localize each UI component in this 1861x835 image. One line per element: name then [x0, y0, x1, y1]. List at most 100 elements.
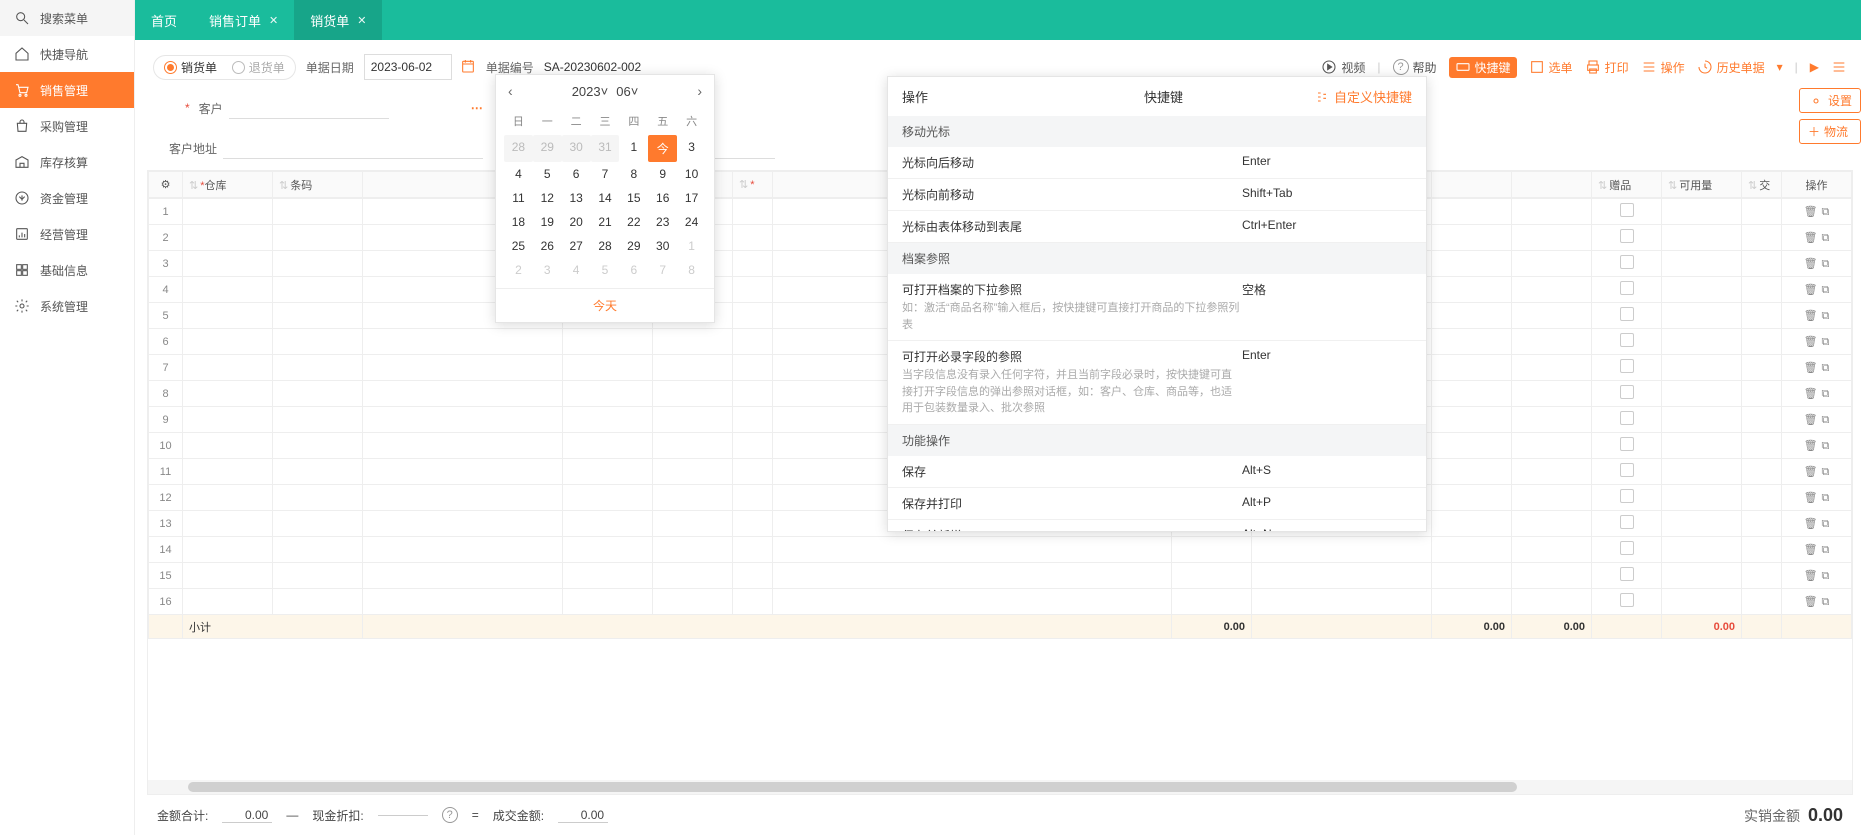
video-button[interactable]: 视频	[1321, 59, 1365, 76]
delete-icon[interactable]: 🗑	[1804, 310, 1818, 322]
delete-icon[interactable]: 🗑	[1804, 440, 1818, 452]
calendar-day[interactable]: 5	[591, 258, 620, 282]
calendar-day[interactable]: 29	[533, 135, 562, 162]
radio-sale[interactable]	[164, 61, 177, 74]
copy-icon[interactable]: ⧉	[1822, 570, 1830, 582]
copy-icon[interactable]: ⧉	[1822, 440, 1830, 452]
delete-icon[interactable]: 🗑	[1804, 518, 1818, 530]
list-toggle-button[interactable]	[1831, 59, 1847, 75]
calendar-day[interactable]: 30	[562, 135, 591, 162]
calendar-day[interactable]: 20	[562, 210, 591, 234]
gift-checkbox[interactable]	[1620, 463, 1634, 477]
copy-icon[interactable]: ⧉	[1822, 258, 1830, 270]
copy-icon[interactable]: ⧉	[1822, 596, 1830, 608]
sidebar-item-inventory[interactable]: 库存核算	[0, 144, 134, 180]
sidebar-item-sales[interactable]: 销售管理	[0, 72, 134, 108]
col-barcode[interactable]: 条码	[290, 180, 312, 192]
calendar-icon[interactable]	[460, 58, 476, 77]
tab-home[interactable]: 首页	[135, 0, 193, 40]
today-button[interactable]: 今天	[496, 288, 714, 322]
calendar-day[interactable]: 2	[504, 258, 533, 282]
calendar-day[interactable]: 12	[533, 186, 562, 210]
sidebar-item-business[interactable]: 经营管理	[0, 216, 134, 252]
copy-icon[interactable]: ⧉	[1822, 388, 1830, 400]
calendar-day[interactable]: 28	[591, 234, 620, 258]
delete-icon[interactable]: 🗑	[1804, 466, 1818, 478]
calendar-day[interactable]: 4	[504, 162, 533, 186]
logistics-button[interactable]: ＋物流	[1799, 119, 1861, 144]
date-input[interactable]	[364, 54, 452, 80]
calendar-day[interactable]: 11	[504, 186, 533, 210]
delete-icon[interactable]: 🗑	[1804, 492, 1818, 504]
calendar-day[interactable]: 19	[533, 210, 562, 234]
more-icon[interactable]: ⋯	[471, 101, 483, 115]
operate-button[interactable]: 操作	[1641, 59, 1685, 76]
col-warehouse[interactable]: 仓库	[205, 180, 227, 192]
copy-icon[interactable]: ⧉	[1822, 206, 1830, 218]
calendar-day[interactable]: 21	[591, 210, 620, 234]
calendar-day[interactable]: 5	[533, 162, 562, 186]
close-icon[interactable]: ✕	[357, 14, 366, 27]
copy-icon[interactable]: ⧉	[1822, 310, 1830, 322]
gift-checkbox[interactable]	[1620, 593, 1634, 607]
table-row[interactable]: 15🗑⧉	[149, 563, 1852, 589]
delete-icon[interactable]: 🗑	[1804, 362, 1818, 374]
delete-icon[interactable]: 🗑	[1804, 284, 1818, 296]
calendar-day[interactable]: 25	[504, 234, 533, 258]
calendar-day[interactable]: 4	[562, 258, 591, 282]
calendar-day[interactable]: 3	[533, 258, 562, 282]
discount-input[interactable]	[378, 815, 428, 816]
select-button[interactable]: 选单	[1529, 59, 1573, 76]
gift-checkbox[interactable]	[1620, 515, 1634, 529]
copy-icon[interactable]: ⧉	[1822, 518, 1830, 530]
delete-icon[interactable]: 🗑	[1804, 388, 1818, 400]
chevron-right-icon[interactable]: ›	[697, 83, 702, 99]
calendar-day[interactable]: 8	[677, 258, 706, 282]
calendar-day[interactable]: 27	[562, 234, 591, 258]
copy-icon[interactable]: ⧉	[1822, 414, 1830, 426]
calendar-day[interactable]: 23	[648, 210, 677, 234]
calendar-day[interactable]: 22	[619, 210, 648, 234]
calendar-day[interactable]: 15	[619, 186, 648, 210]
col-deliver[interactable]: 交	[1759, 180, 1770, 192]
copy-icon[interactable]: ⧉	[1822, 492, 1830, 504]
gift-checkbox[interactable]	[1620, 437, 1634, 451]
sidebar-item-basic[interactable]: 基础信息	[0, 252, 134, 288]
gift-checkbox[interactable]	[1620, 203, 1634, 217]
copy-icon[interactable]: ⧉	[1822, 232, 1830, 244]
help-button[interactable]: ?帮助	[1393, 59, 1437, 76]
calendar-day[interactable]: 29	[619, 234, 648, 258]
customize-shortcut-button[interactable]: 自定义快捷键	[1314, 87, 1412, 106]
delete-icon[interactable]: 🗑	[1804, 570, 1818, 582]
copy-icon[interactable]: ⧉	[1822, 466, 1830, 478]
col-avail[interactable]: 可用量	[1679, 180, 1712, 192]
horizontal-scrollbar[interactable]	[148, 780, 1852, 794]
calendar-day[interactable]: 1	[677, 234, 706, 258]
delete-icon[interactable]: 🗑	[1804, 414, 1818, 426]
gift-checkbox[interactable]	[1620, 281, 1634, 295]
sidebar-item-search[interactable]: 搜索菜单	[0, 0, 134, 36]
sidebar-item-funds[interactable]: 资金管理	[0, 180, 134, 216]
gift-checkbox[interactable]	[1620, 307, 1634, 321]
tab-sales-slip[interactable]: 销货单✕	[294, 0, 382, 40]
copy-icon[interactable]: ⧉	[1822, 544, 1830, 556]
calendar-day[interactable]: 14	[591, 186, 620, 210]
sidebar-item-purchase[interactable]: 采购管理	[0, 108, 134, 144]
customer-input[interactable]	[229, 97, 389, 119]
gift-checkbox[interactable]	[1620, 359, 1634, 373]
address-input[interactable]	[223, 137, 483, 159]
delete-icon[interactable]: 🗑	[1804, 258, 1818, 270]
delete-icon[interactable]: 🗑	[1804, 544, 1818, 556]
gift-checkbox[interactable]	[1620, 567, 1634, 581]
calendar-day[interactable]: 7	[648, 258, 677, 282]
calendar-day[interactable]: 13	[562, 186, 591, 210]
close-icon[interactable]: ✕	[269, 14, 278, 27]
calendar-day[interactable]: 26	[533, 234, 562, 258]
history-button[interactable]: 历史单据	[1697, 59, 1765, 76]
calendar-day[interactable]: 24	[677, 210, 706, 234]
calendar-day[interactable]: 3	[677, 135, 706, 162]
calendar-day[interactable]: 6	[562, 162, 591, 186]
gift-checkbox[interactable]	[1620, 541, 1634, 555]
gift-checkbox[interactable]	[1620, 411, 1634, 425]
sidebar-item-quicknav[interactable]: 快捷导航	[0, 36, 134, 72]
